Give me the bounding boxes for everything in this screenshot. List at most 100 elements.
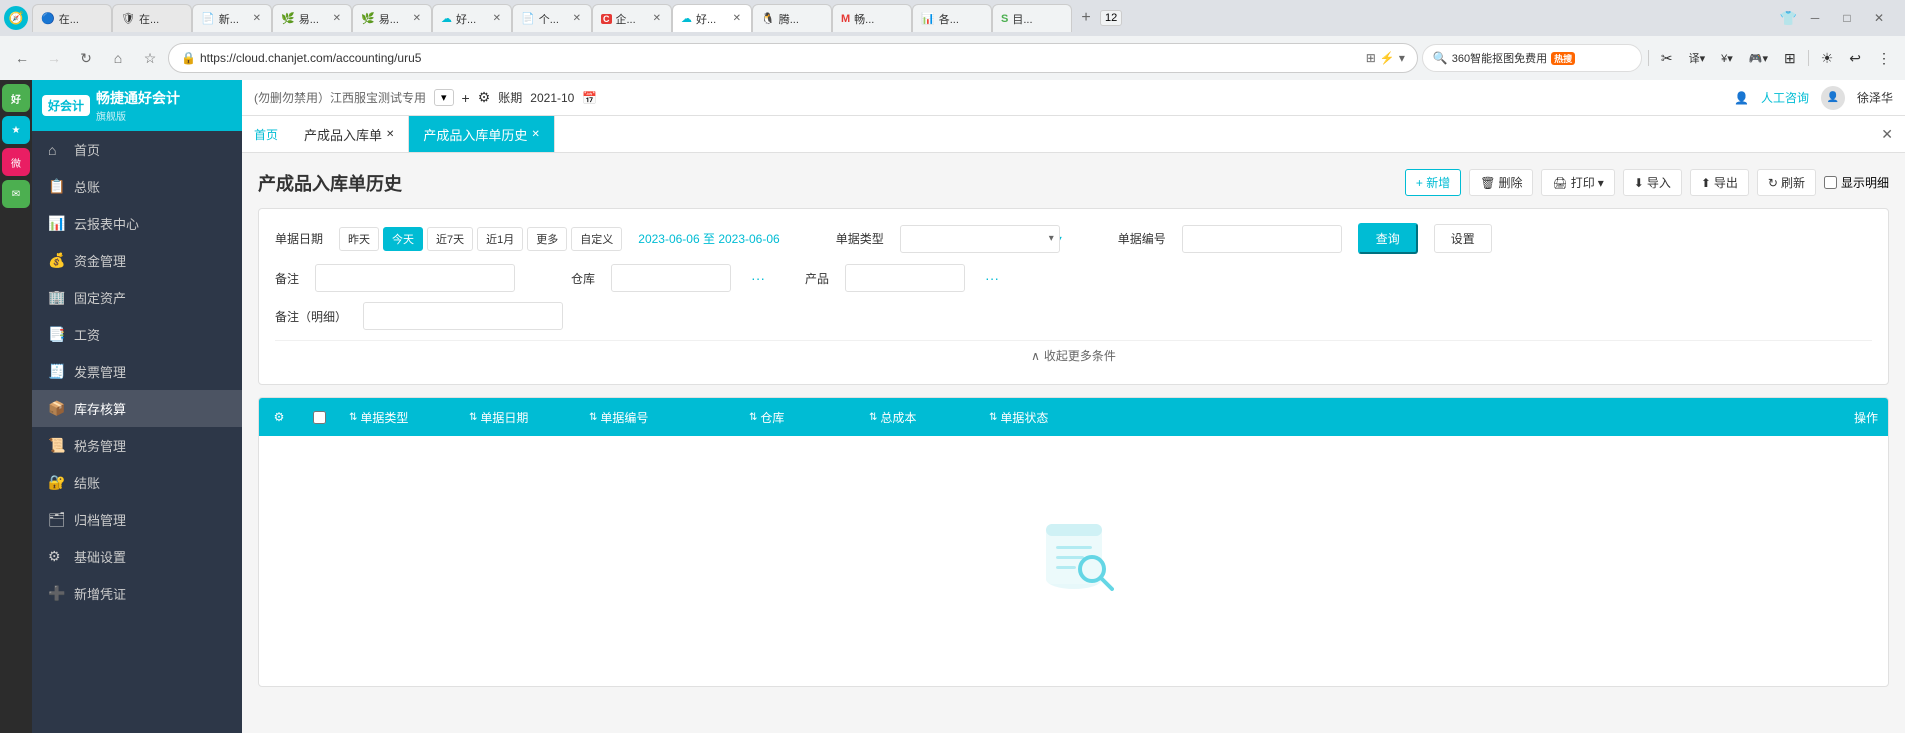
- warehouse-dots[interactable]: ···: [747, 270, 769, 286]
- tab-4-close[interactable]: ✕: [331, 12, 343, 25]
- tab-11[interactable]: M 畅...: [832, 4, 912, 32]
- close-button[interactable]: ✕: [1865, 4, 1893, 32]
- sidebar-item-funds[interactable]: 💰 资金管理: [32, 242, 242, 279]
- import-button[interactable]: ⬇ 导入: [1623, 169, 1682, 196]
- account-dropdown[interactable]: ▾: [434, 89, 454, 106]
- tab-8-close[interactable]: ✕: [651, 12, 663, 25]
- settings-button[interactable]: 设置: [1434, 224, 1492, 253]
- more-button[interactable]: ⋮: [1871, 48, 1897, 69]
- tab-5-close[interactable]: ✕: [411, 12, 423, 25]
- tab-8[interactable]: C 企... ✕: [592, 4, 672, 32]
- chanjet-logo[interactable]: 好: [2, 84, 30, 112]
- tab-counter[interactable]: 12: [1100, 10, 1122, 26]
- address-bar[interactable]: 🔒 https://cloud.chanjet.com/accounting/u…: [168, 43, 1418, 73]
- tab-10[interactable]: 🐧 腾...: [752, 4, 832, 32]
- translate-button[interactable]: 译▾: [1683, 48, 1712, 68]
- back-button[interactable]: ←: [8, 44, 36, 72]
- sidebar-item-archive-label: 归档管理: [74, 510, 126, 529]
- user-service-label[interactable]: 人工咨询: [1761, 89, 1809, 106]
- show-detail-wrapper[interactable]: 显示明细: [1824, 174, 1889, 191]
- settings-gear-button[interactable]: ⚙: [478, 89, 491, 106]
- select-all-checkbox[interactable]: [313, 411, 326, 424]
- warehouse-input[interactable]: [611, 264, 731, 292]
- tab-7[interactable]: 📄 个... ✕: [512, 4, 592, 32]
- product-dots[interactable]: ···: [981, 270, 1003, 286]
- tab-9[interactable]: ☁ 好... ✕: [672, 4, 752, 32]
- sidebar-item-new-voucher[interactable]: ➕ 新增凭证: [32, 575, 242, 612]
- sidebar-item-reports[interactable]: 📊 云报表中心: [32, 205, 242, 242]
- delete-button[interactable]: 🗑 删除: [1469, 169, 1533, 196]
- tab-6[interactable]: ☁ 好... ✕: [432, 4, 512, 32]
- scissors-button[interactable]: ✂: [1655, 48, 1679, 69]
- tab-3[interactable]: 📄 新... ✕: [192, 4, 272, 32]
- tab-9-close[interactable]: ✕: [731, 12, 743, 25]
- sidebar-item-archive[interactable]: 🗂 归档管理: [32, 501, 242, 538]
- query-button[interactable]: 查询: [1358, 223, 1418, 254]
- tab-13[interactable]: S 目...: [992, 4, 1072, 32]
- th-checkbox[interactable]: [299, 411, 339, 424]
- remark-detail-input[interactable]: [363, 302, 563, 330]
- print-button[interactable]: 🖨 打印 ▾: [1541, 169, 1614, 196]
- remark-input[interactable]: [315, 264, 515, 292]
- tab-3-close[interactable]: ✕: [251, 12, 263, 25]
- refresh-button[interactable]: ↻ 刷新: [1757, 169, 1816, 196]
- export-button[interactable]: ⬆ 导出: [1690, 169, 1749, 196]
- tab-4[interactable]: 🌿 易... ✕: [272, 4, 352, 32]
- app-icon-2[interactable]: 微: [2, 148, 30, 176]
- collapse-button[interactable]: ∧ 收起更多条件: [275, 340, 1872, 370]
- tab-7-close[interactable]: ✕: [571, 12, 583, 25]
- home-button[interactable]: ⌂: [104, 44, 132, 72]
- calendar-icon[interactable]: 📅: [582, 91, 597, 105]
- close-all-button[interactable]: ✕: [1869, 126, 1905, 143]
- sidebar-item-salary[interactable]: 📑 工资: [32, 316, 242, 353]
- tab-history-page[interactable]: 产成品入库单历史 ✕: [409, 116, 554, 152]
- game-button[interactable]: 🎮▾: [1743, 50, 1774, 67]
- date-yesterday-btn[interactable]: 昨天: [339, 227, 379, 251]
- new-button[interactable]: + 新增: [1405, 169, 1461, 196]
- tab-history-close[interactable]: ✕: [531, 129, 539, 140]
- add-account-button[interactable]: +: [462, 90, 470, 106]
- sidebar-item-closing[interactable]: 🔐 结账: [32, 464, 242, 501]
- tab-12[interactable]: 📊 各...: [912, 4, 992, 32]
- date-1month-btn[interactable]: 近1月: [477, 227, 523, 251]
- refresh-button[interactable]: ↻: [72, 44, 100, 72]
- search-area[interactable]: 🔍 360智能抠图免费用 热搜: [1422, 44, 1642, 72]
- tab-6-close[interactable]: ✕: [491, 12, 503, 25]
- sidebar-item-ledger[interactable]: 📋 总账: [32, 168, 242, 205]
- export-icon: ⬆: [1701, 176, 1711, 190]
- tab-1[interactable]: 🔵 在...: [32, 4, 112, 32]
- grid-button[interactable]: ⊞: [1778, 48, 1802, 69]
- date-7days-btn[interactable]: 近7天: [427, 227, 473, 251]
- new-tab-button[interactable]: +: [1072, 4, 1100, 32]
- sidebar-item-tax[interactable]: 📜 税务管理: [32, 427, 242, 464]
- app-icon-1[interactable]: ★: [2, 116, 30, 144]
- tab-2[interactable]: 🛡 在...: [112, 4, 192, 32]
- date-more-btn[interactable]: 更多: [527, 227, 567, 251]
- date-custom-btn[interactable]: 自定义: [571, 227, 622, 251]
- sidebar-item-home[interactable]: ⌂ 首页: [32, 131, 242, 168]
- th-gear[interactable]: ⚙: [259, 410, 299, 424]
- sidebar-item-invoice[interactable]: 🧾 发票管理: [32, 353, 242, 390]
- forward-button[interactable]: →: [40, 44, 68, 72]
- currency-button[interactable]: ¥▾: [1715, 50, 1739, 67]
- breadcrumb-home[interactable]: 首页: [254, 126, 278, 143]
- tab-5[interactable]: 🌿 易... ✕: [352, 4, 432, 32]
- undo-button[interactable]: ↩: [1843, 48, 1867, 69]
- voucher-no-input[interactable]: [1182, 225, 1342, 253]
- date-today-btn[interactable]: 今天: [383, 227, 423, 251]
- sidebar-item-inventory[interactable]: 📦 库存核算: [32, 390, 242, 427]
- maximize-button[interactable]: □: [1833, 4, 1861, 32]
- show-detail-checkbox[interactable]: [1824, 176, 1837, 189]
- tab-list-page[interactable]: 产成品入库单 ✕: [290, 116, 409, 152]
- app-icon-3[interactable]: ✉: [2, 180, 30, 208]
- sidebar-item-fixed-assets[interactable]: 🏢 固定资产: [32, 279, 242, 316]
- th-warehouse: ⇅ 仓库: [739, 409, 859, 426]
- sidebar-item-basic[interactable]: ⚙ 基础设置: [32, 538, 242, 575]
- minimize-button[interactable]: ─: [1801, 4, 1829, 32]
- bookmark-button[interactable]: ☆: [136, 44, 164, 72]
- browser-nav-icon[interactable]: 🧭: [4, 6, 28, 30]
- tab-list-close[interactable]: ✕: [386, 129, 394, 140]
- product-input[interactable]: [845, 264, 965, 292]
- voucher-type-select[interactable]: [900, 225, 1060, 253]
- sun-button[interactable]: ☀: [1815, 48, 1840, 69]
